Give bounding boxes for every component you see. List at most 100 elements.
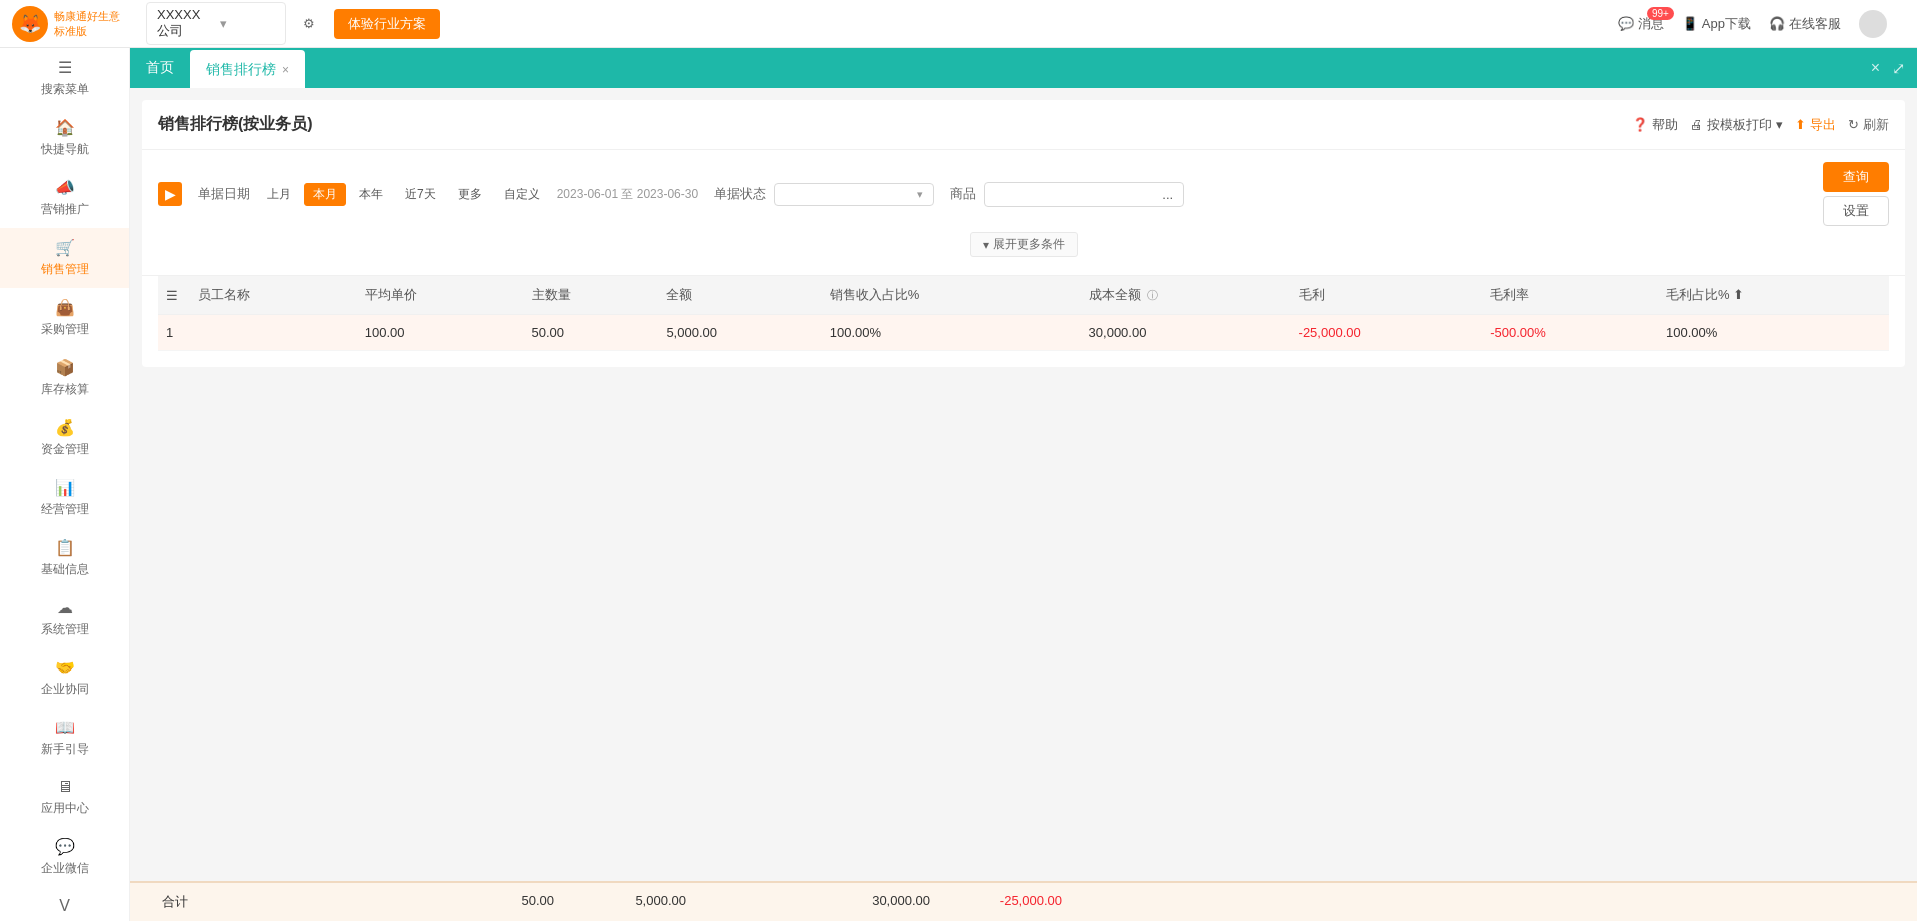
sidebar-item-label: 营销推广 — [41, 201, 89, 218]
content-area: 首页 销售排行榜 × × ⤢ 销售排行榜(按业务员) — [130, 48, 1917, 921]
last-month-btn[interactable]: 上月 — [258, 183, 300, 206]
goods-filter: 商品 ... — [950, 182, 1184, 207]
query-button[interactable]: 查询 — [1823, 162, 1889, 192]
filter-expand-arrow[interactable]: ▶ — [158, 182, 182, 206]
th-sales-ratio: 销售收入占比% — [822, 276, 1081, 315]
last-7days-btn[interactable]: 近7天 — [396, 183, 445, 206]
page-title: 销售排行榜(按业务员) — [158, 114, 1632, 135]
trial-button[interactable]: 体验行业方案 — [334, 9, 440, 39]
goods-filter-label: 商品 — [950, 185, 976, 203]
logo-area: 🦊 畅康通好生意 标准版 — [12, 6, 142, 42]
sidebar-item-marketing[interactable]: 📣 营销推广 — [0, 168, 129, 228]
marketing-icon: 📣 — [55, 178, 75, 197]
sidebar-item-enterprise-coop[interactable]: 🤝 企业协同 — [0, 648, 129, 708]
sidebar-item-inventory[interactable]: 📦 库存核算 — [0, 348, 129, 408]
top-bar-right: 💬 消息 99+ 📱 App下载 🎧 在线客服 — [1618, 10, 1905, 38]
sidebar-item-label: 采购管理 — [41, 321, 89, 338]
this-month-btn[interactable]: 本月 — [304, 183, 346, 206]
close-window-button[interactable]: × — [1871, 59, 1880, 77]
print-button[interactable]: 🖨 按模板打印 ▾ — [1690, 116, 1783, 134]
resize-window-button[interactable]: ⤢ — [1892, 59, 1905, 78]
th-cost: 成本全额 ⓘ — [1081, 276, 1291, 315]
user-avatar[interactable] — [1859, 10, 1887, 38]
sidebar-item-operation[interactable]: 📊 经营管理 — [0, 468, 129, 528]
footer-quantity: 50.00 — [474, 893, 554, 911]
sidebar-item-label: 应用中心 — [41, 800, 89, 817]
cell-name — [190, 315, 357, 351]
sidebar-item-finance[interactable]: 💰 资金管理 — [0, 408, 129, 468]
sidebar-item-quick-nav[interactable]: 🏠 快捷导航 — [0, 108, 129, 168]
cell-avg-price: 100.00 — [357, 315, 524, 351]
vip-icon: V — [59, 897, 70, 915]
tab-bar: 首页 销售排行榜 × × ⤢ — [130, 48, 1917, 88]
search-order-icon: ☰ — [58, 58, 72, 77]
th-gross-ratio[interactable]: 毛利占比% ⬆ — [1658, 276, 1889, 315]
sidebar-item-search-order[interactable]: ☰ 搜索菜单 — [0, 48, 129, 108]
tab-home[interactable]: 首页 — [130, 48, 190, 88]
settings-gear-icon[interactable]: ⚙ — [294, 9, 324, 39]
goods-input[interactable]: ... — [984, 182, 1184, 207]
date-range-text: 2023-06-01 至 2023-06-30 — [557, 186, 698, 203]
enterprise-icon: 🤝 — [55, 658, 75, 677]
expand-more-icon: ▾ — [983, 238, 989, 252]
cell-amount: 5,000.00 — [658, 315, 821, 351]
sidebar-item-label: 经营管理 — [41, 501, 89, 518]
system-icon: ☁ — [57, 598, 73, 617]
footer-cost: 30,000.00 — [830, 893, 930, 911]
this-year-btn[interactable]: 本年 — [350, 183, 392, 206]
app-download-icon: 📱 — [1682, 16, 1698, 31]
footer-sales-ratio — [718, 893, 798, 911]
th-gross-rate: 毛利率 — [1482, 276, 1658, 315]
app-download-button[interactable]: 📱 App下载 — [1682, 15, 1751, 33]
status-select[interactable]: ▾ — [774, 183, 934, 206]
sales-tab-label: 销售排行榜 — [206, 61, 276, 79]
refresh-button[interactable]: ↻ 刷新 — [1848, 116, 1889, 134]
sidebar-item-label: 系统管理 — [41, 621, 89, 638]
message-icon: 💬 — [1618, 16, 1634, 31]
inner-header: 销售排行榜(按业务员) ❓ 帮助 🖨 按模板打印 ▾ — [142, 100, 1905, 150]
sidebar-item-app-center[interactable]: 🖥 应用中心 — [0, 768, 129, 827]
purchase-icon: 👜 — [55, 298, 75, 317]
th-amount: 全额 — [658, 276, 821, 315]
weixin-icon: 💬 — [55, 837, 75, 856]
message-button[interactable]: 💬 消息 99+ — [1618, 15, 1664, 33]
sidebar-item-sales-mgmt[interactable]: 🛒 销售管理 — [0, 228, 129, 288]
cell-gross-ratio: 100.00% — [1658, 315, 1889, 351]
cell-gross: -25,000.00 — [1291, 315, 1483, 351]
th-settings[interactable]: ☰ — [158, 276, 190, 315]
print-icon: 🖨 — [1690, 117, 1703, 132]
refresh-icon: ↻ — [1848, 117, 1859, 132]
footer-amount: 5,000.00 — [586, 893, 686, 911]
filter-row: ▶ 单据日期 上月 本月 本年 近7天 更多 自定义 — [158, 162, 1889, 226]
cost-info-icon[interactable]: ⓘ — [1147, 289, 1158, 301]
inner-page: 销售排行榜(按业务员) ❓ 帮助 🖨 按模板打印 ▾ — [142, 100, 1905, 367]
tab-close-button[interactable]: × — [282, 63, 289, 77]
sidebar-item-label: 基础信息 — [41, 561, 89, 578]
sidebar-item-base-info[interactable]: 📋 基础信息 — [0, 528, 129, 588]
tab-sales-ranking[interactable]: 销售排行榜 × — [190, 50, 305, 90]
table-header-row: ☰ 员工名称 平均单价 主数量 全额 销售收入占比% 成本全额 ⓘ — [158, 276, 1889, 315]
page-content: 销售排行榜(按业务员) ❓ 帮助 🖨 按模板打印 ▾ — [130, 88, 1917, 921]
cell-cost: 30,000.00 — [1081, 315, 1291, 351]
online-service-button[interactable]: 🎧 在线客服 — [1769, 15, 1841, 33]
setting-button[interactable]: 设置 — [1823, 196, 1889, 226]
company-selector[interactable]: XXXXX公司 ▾ — [146, 2, 286, 45]
print-arrow-icon: ▾ — [1776, 117, 1783, 132]
expand-more-btn[interactable]: ▾ 展开更多条件 — [970, 232, 1078, 257]
th-name: 员工名称 — [190, 276, 357, 315]
goods-more-icon[interactable]: ... — [1162, 187, 1173, 202]
sidebar-item-enterprise-wx[interactable]: 💬 企业微信 — [0, 827, 129, 887]
cell-rank: 1 — [158, 315, 190, 351]
help-button[interactable]: ❓ 帮助 — [1632, 116, 1678, 134]
sidebar-item-system-mgmt[interactable]: ☁ 系统管理 — [0, 588, 129, 648]
custom-date-btn[interactable]: 自定义 — [495, 183, 549, 206]
home-icon: 🏠 — [55, 118, 75, 137]
export-button[interactable]: ⬆ 导出 — [1795, 116, 1836, 134]
sidebar-item-label: 企业微信 — [41, 860, 89, 877]
sidebar-item-label: 快捷导航 — [41, 141, 89, 158]
sidebar-item-vip[interactable]: V 畅会员 — [0, 887, 129, 921]
sidebar-item-purchase-mgmt[interactable]: 👜 采购管理 — [0, 288, 129, 348]
sidebar-item-new-guide[interactable]: 📖 新手引导 — [0, 708, 129, 768]
status-filter-label: 单据状态 — [714, 185, 766, 203]
more-dates-btn[interactable]: 更多 — [449, 183, 491, 206]
